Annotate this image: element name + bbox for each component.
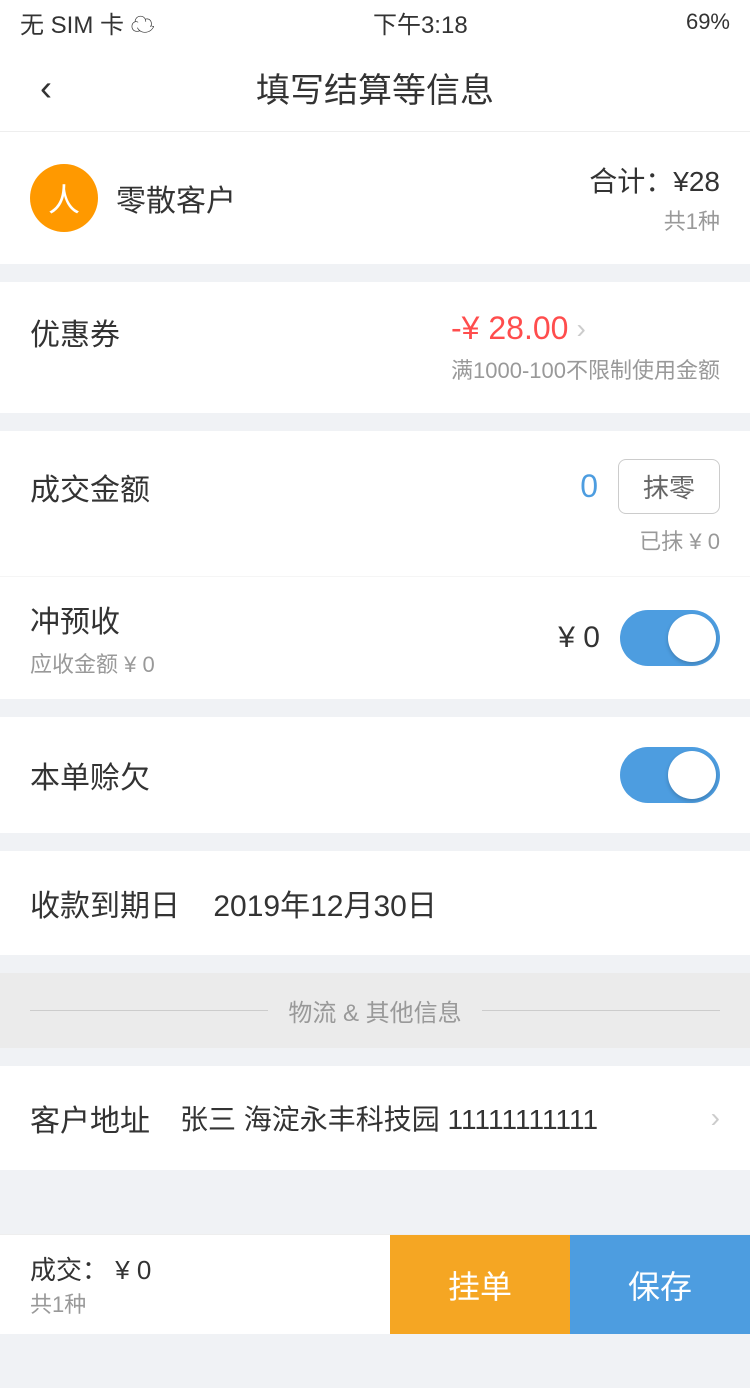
coupon-section[interactable]: 优惠券 -¥ 28.00 › 满1000-100不限制使用金额: [0, 282, 750, 413]
avatar: 人: [30, 164, 98, 232]
debt-section: 本单赊欠: [0, 717, 750, 833]
coupon-description: 满1000-100不限制使用金额: [451, 353, 720, 385]
prepay-row: 冲预收 应收金额 ¥ 0 ¥ 0: [0, 576, 750, 699]
address-label: 客户地址: [30, 1096, 150, 1140]
debt-toggle-knob: [668, 751, 716, 799]
prepay-right: ¥ 0: [558, 610, 720, 666]
bottom-transaction-label: 成交：: [30, 1255, 108, 1285]
avatar-icon: 人: [48, 175, 80, 221]
bottom-summary: 成交： ¥ 0 共1种: [0, 1250, 390, 1319]
debt-toggle[interactable]: [620, 747, 720, 803]
address-value: 张三 海淀永丰科技园 11111111111: [180, 1098, 673, 1138]
prepay-label: 冲预收: [30, 597, 155, 641]
bottom-transaction-value: ¥ 0: [115, 1255, 151, 1285]
customer-section: 人 零散客户 合计：¥28 共1种: [0, 132, 750, 264]
customer-info: 人 零散客户: [30, 164, 236, 232]
address-section[interactable]: 客户地址 张三 海淀永丰科技园 11111111111 ›: [0, 1066, 750, 1170]
bottom-count: 共1种: [30, 1287, 360, 1319]
prepay-sub: 应收金额 ¥ 0: [30, 647, 155, 679]
nav-bar: ‹ 填写结算等信息: [0, 44, 750, 132]
customer-count: 共1种: [589, 204, 720, 236]
amount-row: 成交金额 0 抹零: [0, 431, 750, 524]
toggle-knob: [668, 614, 716, 662]
back-button[interactable]: ‹: [30, 57, 62, 119]
coupon-label: 优惠券: [30, 310, 120, 354]
status-left: 无 SIM 卡 ☁: [20, 5, 155, 40]
divider-text: 物流 & 其他信息: [268, 993, 481, 1028]
bottom-transaction: 成交： ¥ 0: [30, 1250, 360, 1287]
status-bar: 无 SIM 卡 ☁ 下午3:18 69%: [0, 0, 750, 44]
divider-line-right: [482, 1010, 720, 1011]
amount-label: 成交金额: [30, 465, 150, 509]
address-chevron-icon: ›: [711, 1102, 720, 1134]
save-button[interactable]: 保存: [570, 1235, 750, 1334]
amount-section: 成交金额 0 抹零 已抹 ¥ 0 冲预收 应收金额 ¥ 0 ¥ 0: [0, 431, 750, 699]
prepay-amount: ¥ 0: [558, 621, 600, 655]
customer-totals: 合计：¥28 共1种: [589, 160, 720, 236]
amount-value: 0: [580, 468, 598, 505]
divider-line-left: [30, 1010, 268, 1011]
duedate-value: 2019年12月30日: [213, 890, 436, 923]
coupon-right: -¥ 28.00 › 满1000-100不限制使用金额: [451, 310, 720, 385]
round-zero-button[interactable]: 抹零: [618, 459, 720, 514]
signal-text: 无 SIM 卡 ☁: [20, 5, 155, 40]
prepay-left: 冲预收 应收金额 ¥ 0: [30, 597, 155, 679]
divider-section: 物流 & 其他信息: [0, 973, 750, 1048]
page-title: 填写结算等信息: [256, 63, 494, 112]
customer-name: 零散客户: [116, 176, 236, 220]
prepay-toggle[interactable]: [620, 610, 720, 666]
rounded-sub: 已抹 ¥ 0: [0, 524, 750, 576]
bottom-bar: 成交： ¥ 0 共1种 挂单 保存: [0, 1234, 750, 1334]
status-time: 下午3:18: [373, 5, 468, 40]
debt-label: 本单赊欠: [30, 753, 150, 797]
battery-text: 69%: [686, 9, 730, 35]
duedate-section: 收款到期日 2019年12月30日: [0, 851, 750, 955]
status-right: 69%: [686, 9, 730, 35]
pending-button[interactable]: 挂单: [390, 1235, 570, 1334]
customer-total: 合计：¥28: [589, 160, 720, 200]
coupon-discount: -¥ 28.00: [451, 310, 568, 347]
amount-right: 0 抹零: [580, 459, 720, 514]
chevron-right-icon: ›: [576, 313, 585, 345]
duedate-label: 收款到期日: [30, 890, 180, 923]
